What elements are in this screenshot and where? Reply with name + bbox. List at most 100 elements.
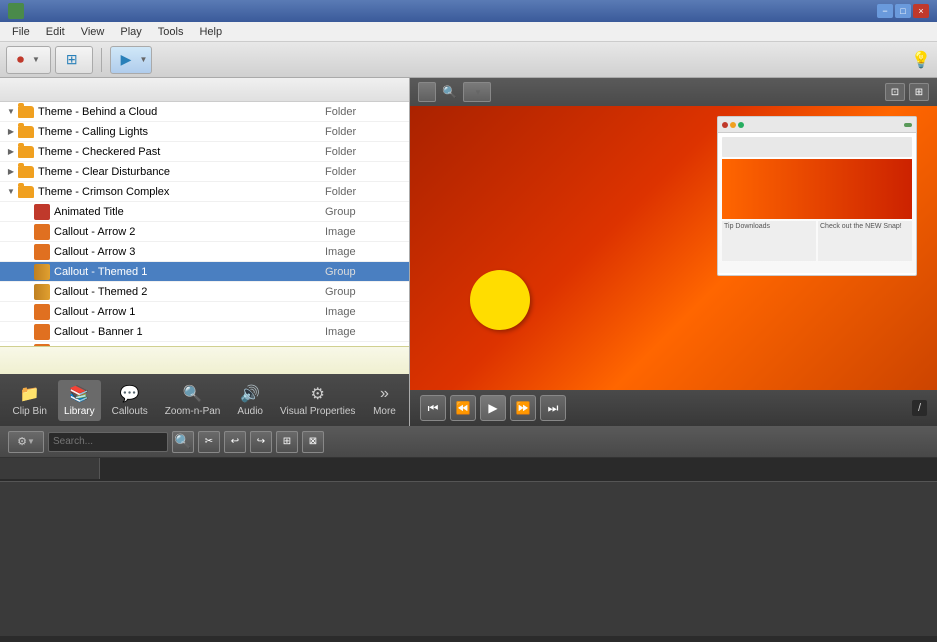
timeline-btn-3[interactable]: ↪ — [250, 431, 272, 453]
import-icon: ⊞ — [66, 51, 78, 68]
timeline-zoom-in[interactable]: 🔍 — [172, 431, 194, 453]
timeline-settings-button[interactable]: ⚙ ▼ — [8, 431, 44, 453]
folder-icon — [18, 166, 34, 178]
file-item-type: Folder — [325, 166, 405, 178]
file-item[interactable]: Callout - Themed 1Group — [0, 262, 409, 282]
audio-icon: 🔊 — [238, 384, 262, 404]
file-item-name: Theme - Clear Disturbance — [38, 166, 325, 178]
browser-dot-green — [738, 122, 744, 128]
help-bulb-icon[interactable]: 💡 — [911, 50, 931, 70]
preview-panel: 🔍 ▼ ⊡ ⊞ — [410, 78, 937, 426]
record-button[interactable]: ⏺ ▼ — [6, 46, 51, 74]
timeline-search[interactable] — [48, 432, 168, 452]
main-area: ▼Theme - Behind a CloudFolder▶Theme - Ca… — [0, 78, 937, 426]
file-item[interactable]: ▶Theme - Calling LightsFolder — [0, 122, 409, 142]
fast-forward-button[interactable]: ⏩ — [510, 395, 536, 421]
file-item-type: Group — [325, 286, 405, 298]
panel-tab-zoom-n-pan[interactable]: 🔍Zoom-n-Pan — [159, 380, 227, 421]
import-button[interactable]: ⊞ — [55, 46, 93, 74]
file-item[interactable]: Callout - Banner 1Image — [0, 322, 409, 342]
menu-item-file[interactable]: File — [4, 24, 38, 40]
menu-item-tools[interactable]: Tools — [150, 24, 192, 40]
file-item[interactable]: ▶Theme - Clear DisturbanceFolder — [0, 162, 409, 182]
expand-icon: ▶ — [4, 125, 18, 139]
new-badge — [470, 270, 530, 330]
left-panel: ▼Theme - Behind a CloudFolder▶Theme - Ca… — [0, 78, 410, 426]
file-item[interactable]: Callout - Arrow 1Image — [0, 302, 409, 322]
panel-tab-label: More — [373, 406, 396, 417]
panel-tab-visual-props[interactable]: ⚙Visual Properties — [274, 380, 361, 421]
timeline-tracks — [0, 482, 937, 636]
orange-icon — [34, 324, 50, 340]
produce-button[interactable]: ▶ ▼ — [110, 46, 153, 74]
rewind-button[interactable]: ⏪ — [450, 395, 476, 421]
timeline-btn-2[interactable]: ↩ — [224, 431, 246, 453]
preview-icon-btn-2[interactable]: ⊞ — [909, 83, 929, 101]
timeline-toolbar: ⚙ ▼ 🔍 ✂ ↩ ↪ ⊞ ⊠ — [0, 426, 937, 458]
expand-icon — [20, 285, 34, 299]
preview-icon-btn-1[interactable]: ⊡ — [885, 83, 905, 101]
timeline-btn-4[interactable]: ⊞ — [276, 431, 298, 453]
file-item-name: Theme - Behind a Cloud — [38, 106, 325, 118]
record-dropdown-icon: ▼ — [32, 55, 40, 64]
preview-toolbar: 🔍 ▼ ⊡ ⊞ — [410, 78, 937, 106]
file-item[interactable]: Callout - Arrow 2Image — [0, 222, 409, 242]
orange-icon — [34, 244, 50, 260]
menu-item-view[interactable]: View — [73, 24, 113, 40]
library-icon: 📚 — [67, 384, 91, 404]
menu-item-help[interactable]: Help — [191, 24, 230, 40]
panel-tab-audio[interactable]: 🔊Audio — [231, 380, 269, 421]
expand-icon: ▼ — [4, 105, 18, 119]
file-item[interactable]: ▼Theme - Behind a CloudFolder — [0, 102, 409, 122]
panel-tabs: 📁Clip Bin 📚 Library 💬Callouts🔍Zoom-n-Pan🔊Au… — [0, 374, 409, 426]
file-list-header — [0, 78, 409, 102]
menu-item-edit[interactable]: Edit — [38, 24, 73, 40]
get-more-media-button[interactable] — [0, 346, 409, 374]
panel-tab-label: Clip Bin — [13, 406, 47, 417]
file-item-type: Folder — [325, 126, 405, 138]
file-item-name: Callout - Arrow 3 — [54, 246, 325, 258]
file-item[interactable]: Callout - Themed 2Group — [0, 282, 409, 302]
browser-dot-yellow — [730, 122, 736, 128]
file-item[interactable]: Callout - Arrow 3Image — [0, 242, 409, 262]
panel-tab-more[interactable]: » More — [366, 380, 402, 421]
panel-tab-callouts[interactable]: 💬Callouts — [106, 380, 154, 421]
folder-icon — [18, 106, 34, 118]
file-item-type: Image — [325, 326, 405, 338]
callouts-icon: 💬 — [118, 384, 142, 404]
time-display: / — [912, 400, 927, 416]
expand-icon — [20, 305, 34, 319]
file-item[interactable]: ▶Theme - Checkered PastFolder — [0, 142, 409, 162]
panel-tab-clip-bin[interactable]: 📁Clip Bin — [7, 380, 53, 421]
maximize-button[interactable]: □ — [895, 4, 911, 18]
browser-bar — [718, 117, 916, 133]
expand-icon — [20, 225, 34, 239]
minimize-button[interactable]: − — [877, 4, 893, 18]
app-icon — [8, 3, 24, 19]
file-item[interactable]: ▼Theme - Crimson ComplexFolder — [0, 182, 409, 202]
file-item-type: Image — [325, 246, 405, 258]
panel-tab-label: Library — [64, 406, 95, 417]
toolbar: ⏺ ▼ ⊞ ▶ ▼ 💡 — [0, 42, 937, 78]
more-icon: » — [372, 384, 396, 404]
orange-icon — [34, 224, 50, 240]
ruler-track-label — [0, 458, 100, 479]
toolbar-right: 💡 — [911, 50, 931, 70]
skip-end-button[interactable]: ⏭ — [540, 395, 566, 421]
close-button[interactable]: × — [913, 4, 929, 18]
preview-canvas: Tip Downloads Check out the NEW Snap! — [410, 106, 937, 390]
timeline-btn-5[interactable]: ⊠ — [302, 431, 324, 453]
menu-item-play[interactable]: Play — [112, 24, 149, 40]
file-item-name: Callout - Arrow 1 — [54, 306, 325, 318]
resolution-button[interactable] — [418, 82, 436, 102]
skip-start-button[interactable]: ⏮ — [420, 395, 446, 421]
file-item-name: Theme - Crimson Complex — [38, 186, 325, 198]
play-button[interactable]: ▶ — [480, 395, 506, 421]
file-item[interactable]: Animated TitleGroup — [0, 202, 409, 222]
browser-dot-red — [722, 122, 728, 128]
record-icon: ⏺ — [17, 51, 24, 68]
timeline-btn-1[interactable]: ✂ — [198, 431, 220, 453]
file-item-name: Theme - Checkered Past — [38, 146, 325, 158]
panel-tab-library[interactable]: 📚 Library — [58, 380, 101, 421]
fit-button[interactable]: ▼ — [463, 82, 491, 102]
